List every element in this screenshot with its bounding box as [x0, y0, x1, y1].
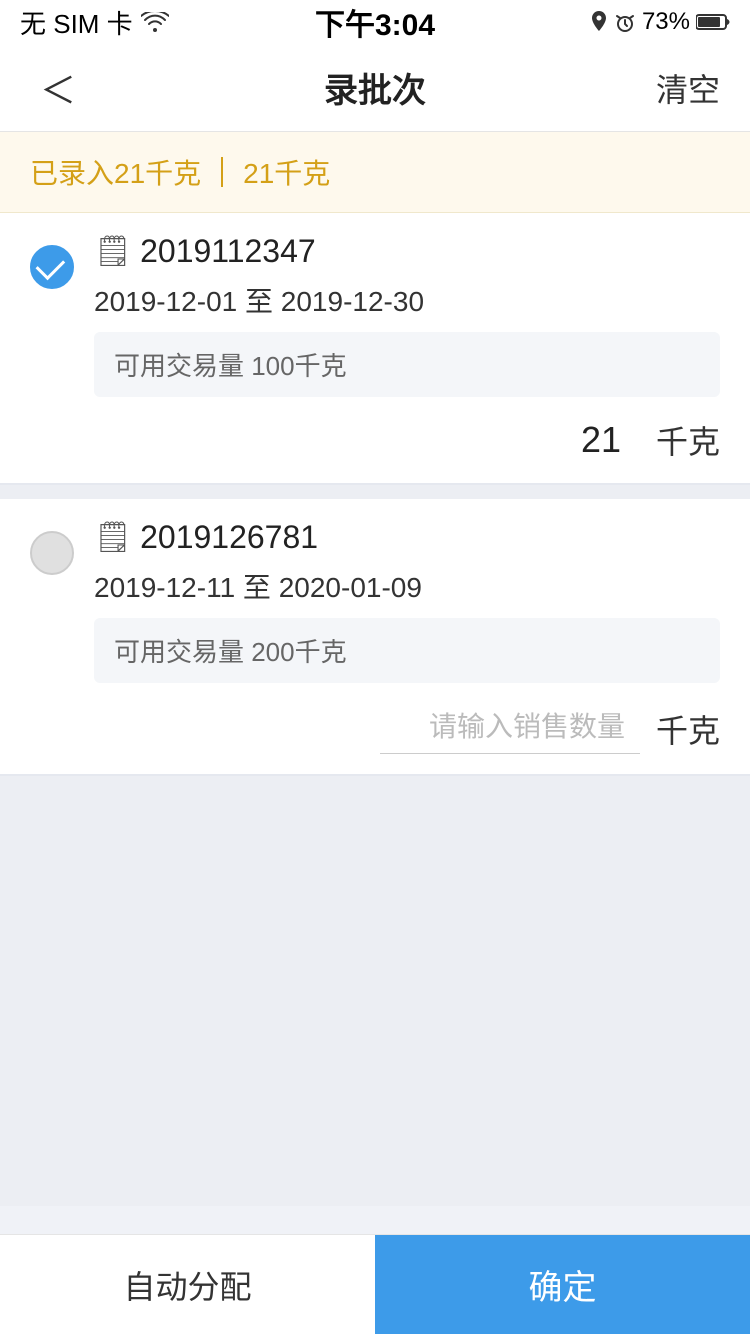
batch-card-2: 🗒 2019126781 2019-12-11 至 2020-01-09 可用交… — [0, 499, 750, 776]
nav-bar: ＜ 录批次 清空 — [0, 44, 750, 132]
location-icon — [590, 11, 608, 33]
clear-button[interactable]: 清空 — [656, 65, 720, 111]
batch-id-text-1: 2019112347 — [140, 233, 316, 270]
bottom-bar: 自动分配 确定 — [0, 1234, 750, 1334]
batch-id-icon-2: 🗒 — [94, 520, 132, 555]
auto-distribute-button[interactable]: 自动分配 — [0, 1235, 375, 1334]
batch-row-1: 🗒 2019112347 2019-12-01 至 2019-12-30 可用交… — [0, 213, 750, 397]
back-button[interactable]: ＜ — [30, 52, 86, 124]
batch-date-1: 2019-12-01 至 2019-12-30 — [94, 280, 720, 320]
batch-info-2: 🗒 2019126781 2019-12-11 至 2020-01-09 可用交… — [94, 519, 720, 683]
batch-checkbox-1[interactable] — [30, 245, 74, 289]
batch-id-row-2: 🗒 2019126781 — [94, 519, 720, 556]
status-bar: 无 SIM 卡 下午3:04 73% — [0, 0, 750, 44]
qty-input-wrapper-2 — [320, 703, 640, 754]
summary-divider — [221, 157, 223, 187]
battery-icon — [696, 13, 730, 31]
batch-info-1: 🗒 2019112347 2019-12-01 至 2019-12-30 可用交… — [94, 233, 720, 397]
quantity-unit-1: 千克 — [656, 417, 720, 463]
alarm-icon — [614, 11, 636, 33]
quantity-row-1: 千克 — [0, 397, 750, 485]
empty-area — [0, 776, 750, 1206]
summary-entered-label: 已录入21千克 — [30, 152, 201, 192]
status-right: 73% — [590, 8, 730, 36]
summary-bar: 已录入21千克 21千克 — [0, 132, 750, 213]
batch-checkbox-2[interactable] — [30, 531, 74, 575]
batch-id-icon-1: 🗒 — [94, 234, 132, 269]
quantity-input-1[interactable] — [171, 419, 636, 461]
batch-id-text-2: 2019126781 — [140, 519, 318, 556]
status-left: 无 SIM 卡 — [20, 4, 169, 41]
batch-id-row-1: 🗒 2019112347 — [94, 233, 720, 270]
quantity-row-2: 千克 — [0, 683, 750, 776]
section-separator — [0, 485, 750, 499]
quantity-input-2[interactable] — [320, 703, 640, 745]
confirm-button[interactable]: 确定 — [375, 1235, 750, 1334]
qty-input-line-2 — [380, 753, 640, 754]
batch-date-2: 2019-12-11 至 2020-01-09 — [94, 566, 720, 606]
status-time: 下午3:04 — [315, 0, 435, 44]
batch-available-1: 可用交易量 100千克 — [94, 332, 720, 397]
battery-text: 73% — [642, 8, 690, 36]
summary-value: 21千克 — [243, 152, 330, 192]
no-sim-text: 无 SIM 卡 — [20, 4, 133, 41]
batch-row-2: 🗒 2019126781 2019-12-11 至 2020-01-09 可用交… — [0, 499, 750, 683]
quantity-unit-2: 千克 — [656, 706, 720, 752]
batch-available-2: 可用交易量 200千克 — [94, 618, 720, 683]
batch-card-1: 🗒 2019112347 2019-12-01 至 2019-12-30 可用交… — [0, 213, 750, 485]
wifi-icon — [141, 12, 169, 32]
page-title: 录批次 — [324, 63, 426, 112]
